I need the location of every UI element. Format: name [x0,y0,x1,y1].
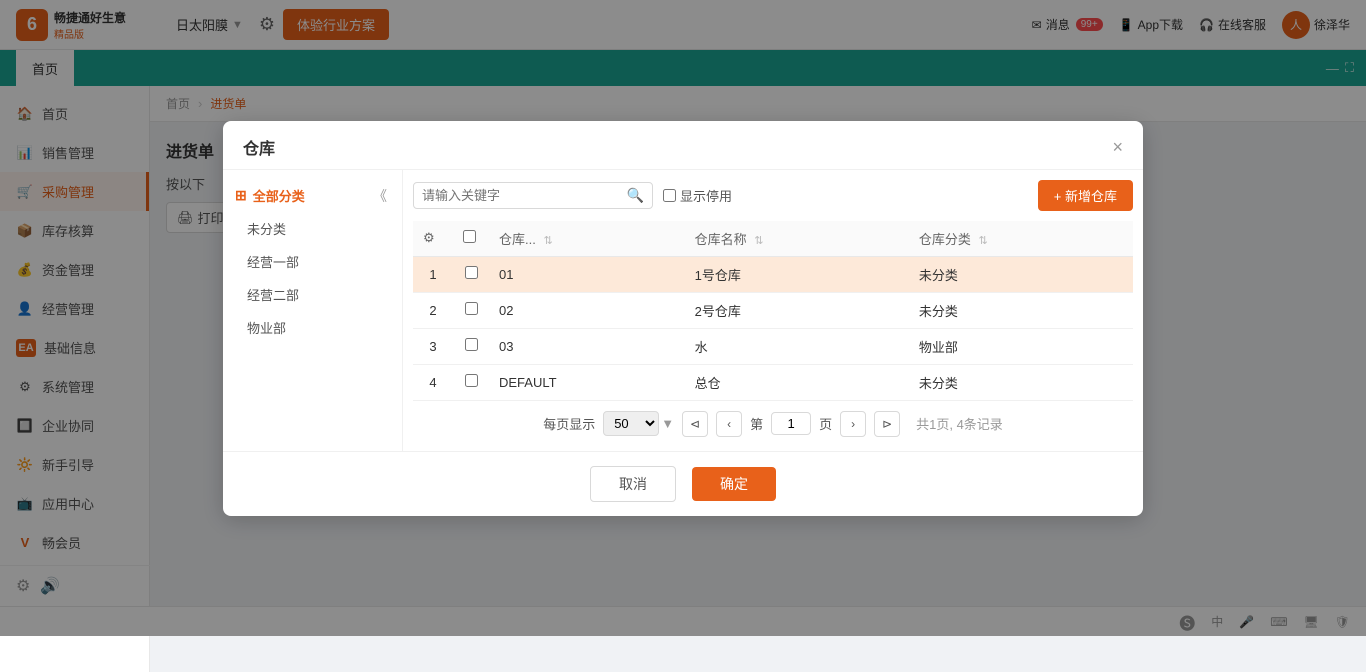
table-row[interactable]: 1 01 1号仓库 未分类 [413,256,1133,292]
row-3-num: 3 [413,328,453,364]
table-toolbar: 🔍 显示停用 + 新增仓库 [413,180,1133,211]
grid-icon: ⊞ [235,187,247,204]
search-input-wrap: 🔍 [413,182,653,209]
row-3-check[interactable] [453,328,489,364]
row-4-num: 4 [413,364,453,400]
page-label: 第 [750,414,763,433]
per-page-label: 每页显示 [543,414,595,433]
last-page-btn[interactable]: ⊳ [874,411,900,437]
category-header: ⊞ 全部分类 《 [223,180,402,212]
row-4-name: 总仓 [685,364,909,400]
prev-page-btn[interactable]: ‹ [716,411,742,437]
category-item-property[interactable]: 物业部 [223,311,402,344]
collapse-btn[interactable]: 《 [370,186,390,206]
dialog-body: ⊞ 全部分类 《 未分类 经营一部 经营二部 物业部 🔍 [223,170,1143,451]
confirm-btn[interactable]: 确定 [692,467,776,501]
row-2-check[interactable] [453,292,489,328]
row-1-category: 未分类 [909,256,1133,292]
table-header-row: ⚙ 仓库... ⇅ 仓库名称 ⇅ [413,221,1133,257]
row-1-check[interactable] [453,256,489,292]
dialog-footer: 取消 确定 [223,451,1143,516]
category-item-unclassified[interactable]: 未分类 [223,212,402,245]
show-disabled-checkbox[interactable] [663,189,676,202]
th-code: 仓库... ⇅ [489,221,685,257]
row-2-num: 2 [413,292,453,328]
dialog-header: 仓库 × [223,121,1143,170]
search-icon: 🔍 [627,187,644,204]
row-4-check[interactable] [453,364,489,400]
warehouse-dialog: 仓库 × ⊞ 全部分类 《 未分类 经营一部 经营二部 物业部 [223,121,1143,516]
table-panel: 🔍 显示停用 + 新增仓库 ⚙ [403,170,1143,451]
table-head: ⚙ 仓库... ⇅ 仓库名称 ⇅ [413,221,1133,257]
select-all-checkbox[interactable] [463,230,476,243]
page-input[interactable] [771,412,811,435]
page-dropdown-icon: ▼ [661,416,674,431]
first-page-btn[interactable]: ⊲ [682,411,708,437]
category-item-dept2[interactable]: 经营二部 [223,278,402,311]
table-body: 1 01 1号仓库 未分类 2 02 2号仓库 [413,256,1133,400]
pagination: 每页显示 50 10 20 100 ▼ ⊲ ‹ 第 页 › ⊳ 共1页, 4条 [413,401,1133,441]
row-3-code: 03 [489,328,685,364]
row-2-code: 02 [489,292,685,328]
row-4-category: 未分类 [909,364,1133,400]
table-row[interactable]: 4 DEFAULT 总仓 未分类 [413,364,1133,400]
total-info: 共1页, 4条记录 [916,414,1003,433]
sort-icon-category: ⇅ [978,235,987,247]
category-panel: ⊞ 全部分类 《 未分类 经营一部 经营二部 物业部 [223,170,403,451]
table-container: ⚙ 仓库... ⇅ 仓库名称 ⇅ [413,221,1133,401]
row-2-name: 2号仓库 [685,292,909,328]
search-input[interactable] [422,188,627,203]
all-category-label: 全部分类 [253,186,305,205]
per-page-select[interactable]: 50 10 20 100 [603,411,659,436]
dialog-close-btn[interactable]: × [1112,138,1123,156]
th-check [453,221,489,257]
row-1-name: 1号仓库 [685,256,909,292]
page-suffix: 页 [819,414,832,433]
th-name: 仓库名称 ⇅ [685,221,909,257]
warehouse-table: ⚙ 仓库... ⇅ 仓库名称 ⇅ [413,221,1133,401]
th-settings: ⚙ [413,221,453,257]
row-3-category: 物业部 [909,328,1133,364]
row-4-code: DEFAULT [489,364,685,400]
sort-icon-code: ⇅ [543,235,552,247]
row-2-category: 未分类 [909,292,1133,328]
row-1-code: 01 [489,256,685,292]
table-row[interactable]: 2 02 2号仓库 未分类 [413,292,1133,328]
cancel-btn[interactable]: 取消 [590,466,676,502]
all-category-btn[interactable]: ⊞ 全部分类 [235,186,305,205]
dialog-title: 仓库 [243,135,275,159]
add-warehouse-btn[interactable]: + 新增仓库 [1038,180,1133,211]
sort-icon-name: ⇅ [754,235,763,247]
row-3-name: 水 [685,328,909,364]
show-disabled-label[interactable]: 显示停用 [663,186,732,205]
th-category: 仓库分类 ⇅ [909,221,1133,257]
row-1-num: 1 [413,256,453,292]
table-row[interactable]: 3 03 水 物业部 [413,328,1133,364]
dialog-overlay: 仓库 × ⊞ 全部分类 《 未分类 经营一部 经营二部 物业部 [0,0,1366,636]
next-page-btn[interactable]: › [840,411,866,437]
category-item-dept1[interactable]: 经营一部 [223,245,402,278]
